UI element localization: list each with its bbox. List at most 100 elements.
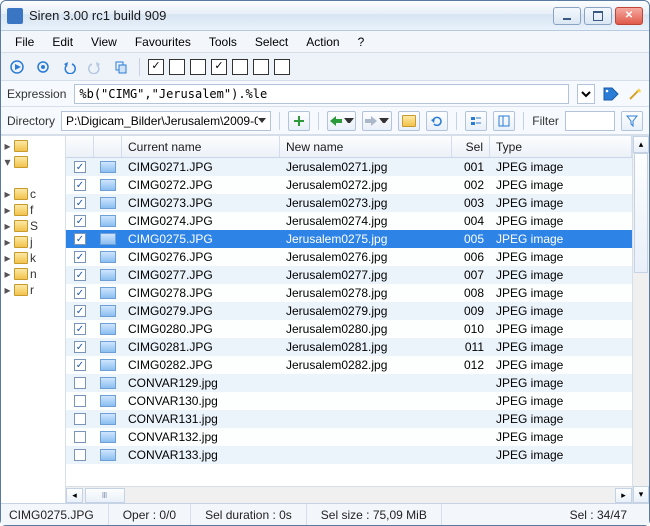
- scroll-thumb[interactable]: [634, 153, 648, 273]
- table-row[interactable]: CIMG0280.JPGJerusalem0280.jpg010JPEG ima…: [66, 320, 632, 338]
- toolbar-check-3[interactable]: [211, 59, 227, 75]
- table-row[interactable]: CONVAR129.jpgJPEG image: [66, 374, 632, 392]
- row-checkbox[interactable]: [74, 305, 86, 317]
- scroll-right-button[interactable]: ▸: [615, 488, 632, 503]
- table-row[interactable]: CIMG0275.JPGJerusalem0275.jpg005JPEG ima…: [66, 230, 632, 248]
- row-checkbox[interactable]: [74, 341, 86, 353]
- row-checkbox[interactable]: [74, 431, 86, 443]
- cell-current-name: CONVAR131.jpg: [122, 412, 280, 426]
- toolbar-check-2[interactable]: [190, 59, 206, 75]
- expression-dropdown[interactable]: [577, 84, 595, 104]
- table-row[interactable]: CIMG0276.JPGJerusalem0276.jpg006JPEG ima…: [66, 248, 632, 266]
- row-checkbox[interactable]: [74, 269, 86, 281]
- scroll-down-button[interactable]: ▾: [633, 486, 649, 503]
- scroll-left-button[interactable]: ◂: [66, 488, 83, 503]
- filter-input[interactable]: [565, 111, 615, 131]
- table-row[interactable]: CIMG0279.JPGJerusalem0279.jpg009JPEG ima…: [66, 302, 632, 320]
- file-rows[interactable]: CIMG0271.JPGJerusalem0271.jpg001JPEG ima…: [66, 158, 632, 486]
- nav-forward-button[interactable]: [362, 111, 391, 131]
- scroll-thumb[interactable]: Ⅲ: [85, 488, 125, 503]
- tree-item[interactable]: ▸: [3, 138, 63, 154]
- toolbar-check-0[interactable]: [148, 59, 164, 75]
- view-list-button[interactable]: [465, 111, 487, 131]
- copy-icon[interactable]: [111, 57, 131, 77]
- nav-back-button[interactable]: [327, 111, 356, 131]
- filter-apply-button[interactable]: [621, 111, 643, 131]
- row-checkbox[interactable]: [74, 413, 86, 425]
- play-icon[interactable]: [7, 57, 27, 77]
- tree-item[interactable]: ▸c: [3, 186, 63, 202]
- table-row[interactable]: CONVAR131.jpgJPEG image: [66, 410, 632, 428]
- directory-combo[interactable]: P:\Digicam_Bilder\Jerusalem\2009-08-27 0: [61, 111, 271, 131]
- row-checkbox[interactable]: [74, 179, 86, 191]
- table-row[interactable]: CIMG0278.JPGJerusalem0278.jpg008JPEG ima…: [66, 284, 632, 302]
- row-checkbox[interactable]: [74, 449, 86, 461]
- table-row[interactable]: CIMG0281.JPGJerusalem0281.jpg011JPEG ima…: [66, 338, 632, 356]
- horizontal-scrollbar[interactable]: ◂ Ⅲ ▸: [66, 486, 632, 503]
- view-tree-button[interactable]: [493, 111, 515, 131]
- table-row[interactable]: CIMG0271.JPGJerusalem0271.jpg001JPEG ima…: [66, 158, 632, 176]
- menu-action[interactable]: Action: [298, 33, 347, 51]
- expression-input[interactable]: [74, 84, 569, 104]
- add-favorite-button[interactable]: [288, 111, 310, 131]
- table-row[interactable]: CONVAR130.jpgJPEG image: [66, 392, 632, 410]
- col-new-name[interactable]: New name: [280, 136, 452, 157]
- table-row[interactable]: CIMG0282.JPGJerusalem0282.jpg012JPEG ima…: [66, 356, 632, 374]
- menu-favourites[interactable]: Favourites: [127, 33, 199, 51]
- table-row[interactable]: CONVAR133.jpgJPEG image: [66, 446, 632, 464]
- toolbar-check-4[interactable]: [232, 59, 248, 75]
- refresh-button[interactable]: [426, 111, 448, 131]
- col-icon[interactable]: [94, 136, 122, 157]
- col-checkbox[interactable]: [66, 136, 94, 157]
- row-checkbox[interactable]: [74, 359, 86, 371]
- vertical-scrollbar[interactable]: ▴ ▾: [632, 136, 649, 503]
- row-checkbox[interactable]: [74, 197, 86, 209]
- cell-new-name: Jerusalem0274.jpg: [280, 214, 452, 228]
- wand-icon[interactable]: [627, 86, 643, 102]
- close-button[interactable]: [615, 7, 643, 25]
- menu-file[interactable]: File: [7, 33, 42, 51]
- tree-item[interactable]: ▸n: [3, 266, 63, 282]
- tree-item[interactable]: ▾: [3, 154, 63, 170]
- maximize-button[interactable]: [584, 7, 612, 25]
- table-row[interactable]: CIMG0272.JPGJerusalem0272.jpg002JPEG ima…: [66, 176, 632, 194]
- gear-icon[interactable]: [33, 57, 53, 77]
- menu-select[interactable]: Select: [247, 33, 296, 51]
- table-row[interactable]: CIMG0274.JPGJerusalem0274.jpg004JPEG ima…: [66, 212, 632, 230]
- row-checkbox[interactable]: [74, 323, 86, 335]
- col-sel[interactable]: Sel: [452, 136, 490, 157]
- menu-edit[interactable]: Edit: [44, 33, 81, 51]
- col-type[interactable]: Type: [490, 136, 632, 157]
- tree-item[interactable]: ▸k: [3, 250, 63, 266]
- expression-label: Expression: [7, 87, 66, 101]
- tree-item[interactable]: ▸r: [3, 282, 63, 298]
- minimize-button[interactable]: [553, 7, 581, 25]
- menu-view[interactable]: View: [83, 33, 125, 51]
- toolbar-check-1[interactable]: [169, 59, 185, 75]
- table-row[interactable]: CIMG0273.JPGJerusalem0273.jpg003JPEG ima…: [66, 194, 632, 212]
- nav-up-button[interactable]: [398, 111, 420, 131]
- col-current-name[interactable]: Current name: [122, 136, 280, 157]
- tag-icon[interactable]: [603, 87, 619, 101]
- folder-tree[interactable]: ▸▾ ▸c▸f▸S▸j▸k▸n▸r: [1, 136, 66, 503]
- tree-item[interactable]: ▸f: [3, 202, 63, 218]
- row-checkbox[interactable]: [74, 377, 86, 389]
- row-checkbox[interactable]: [74, 233, 86, 245]
- toolbar-check-6[interactable]: [274, 59, 290, 75]
- row-checkbox[interactable]: [74, 215, 86, 227]
- tree-item[interactable]: ▸j: [3, 234, 63, 250]
- row-checkbox[interactable]: [74, 251, 86, 263]
- row-checkbox[interactable]: [74, 287, 86, 299]
- table-row[interactable]: CONVAR132.jpgJPEG image: [66, 428, 632, 446]
- tree-item[interactable]: [3, 170, 63, 186]
- table-row[interactable]: CIMG0277.JPGJerusalem0277.jpg007JPEG ima…: [66, 266, 632, 284]
- toolbar-check-5[interactable]: [253, 59, 269, 75]
- scroll-up-button[interactable]: ▴: [633, 136, 649, 153]
- undo-icon[interactable]: [59, 57, 79, 77]
- menu-tools[interactable]: Tools: [201, 33, 245, 51]
- tree-item[interactable]: ▸S: [3, 218, 63, 234]
- row-checkbox[interactable]: [74, 395, 86, 407]
- row-checkbox[interactable]: [74, 161, 86, 173]
- redo-icon[interactable]: [85, 57, 105, 77]
- menu-help[interactable]: ?: [350, 33, 373, 51]
